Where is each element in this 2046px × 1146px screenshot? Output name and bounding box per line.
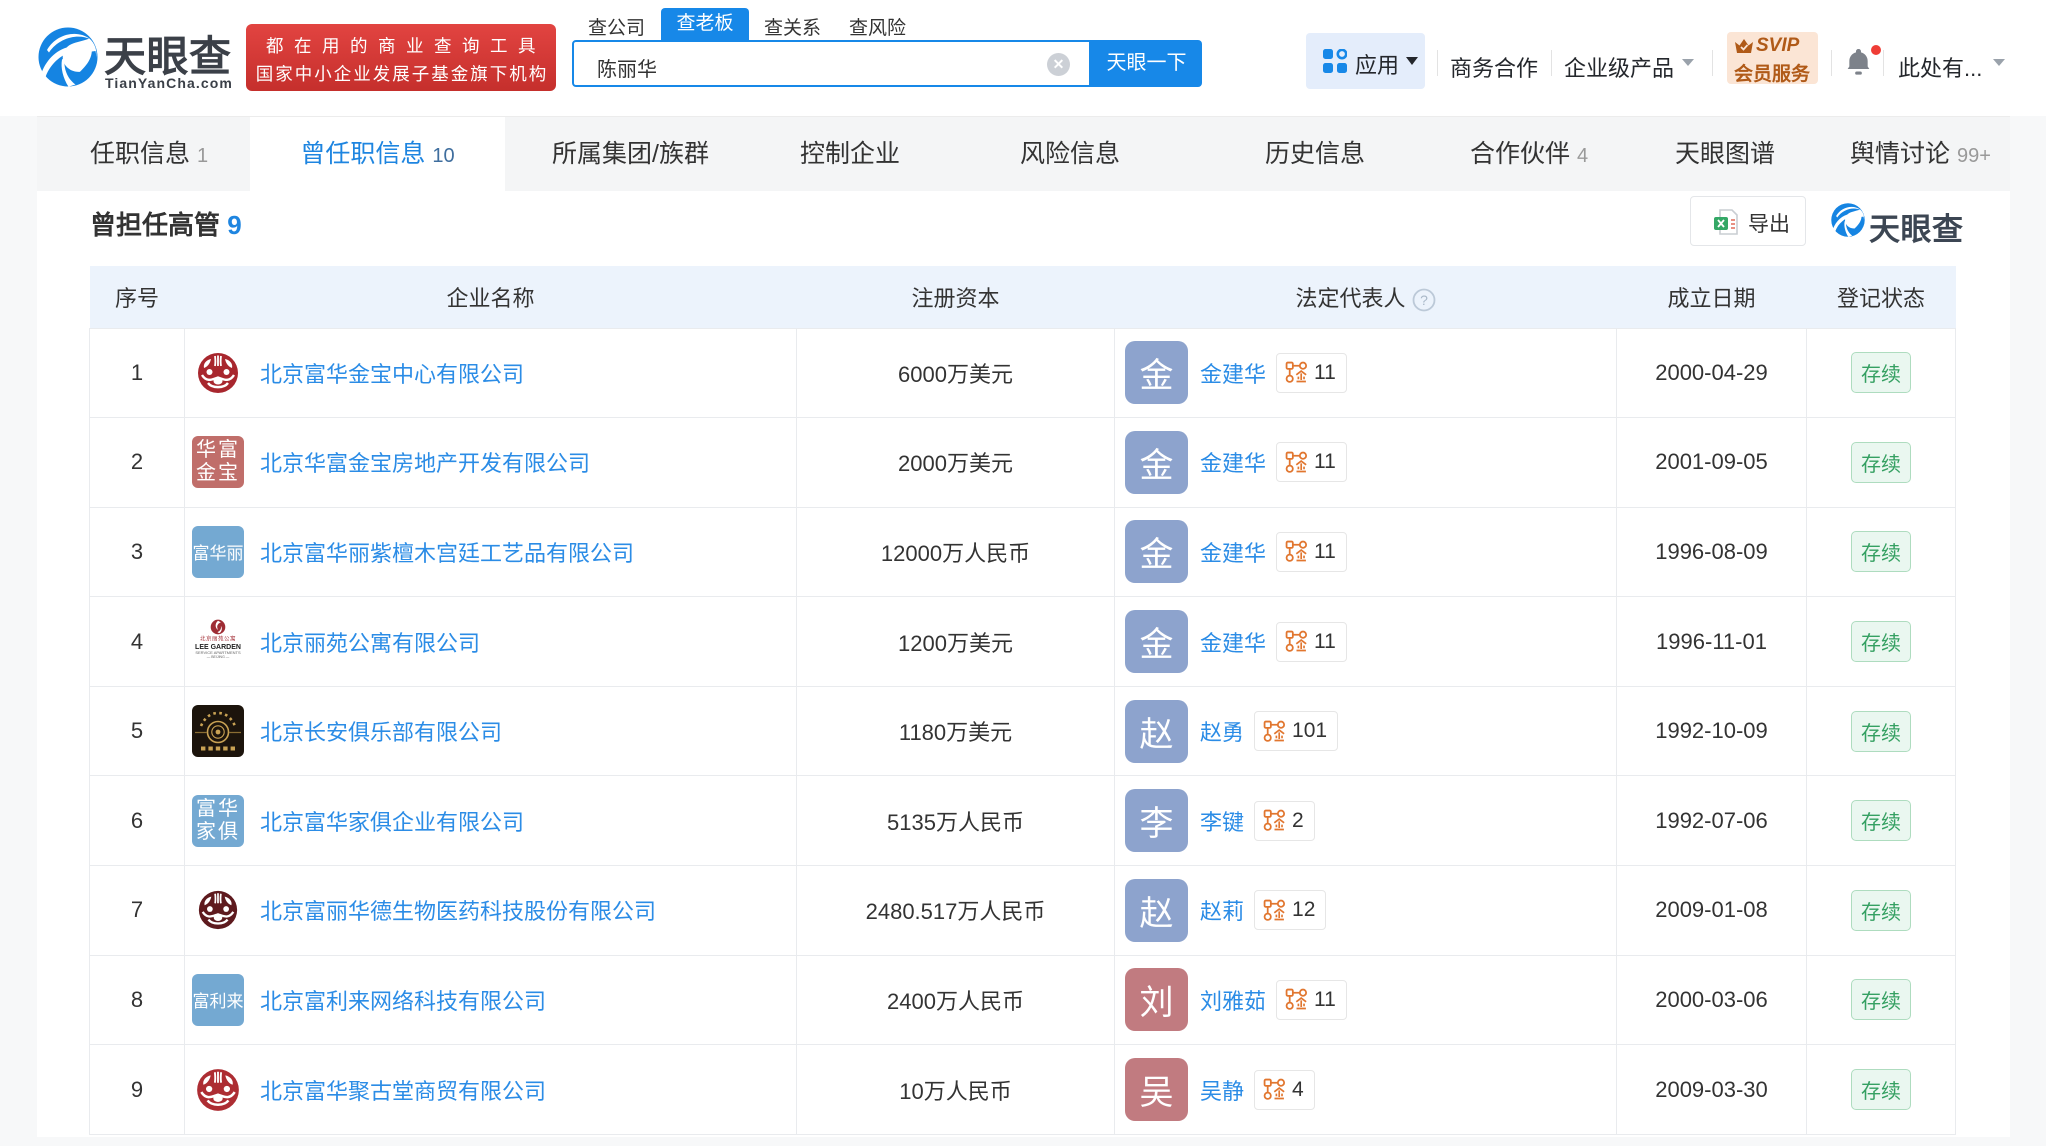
svg-text:?: ? [1420, 292, 1428, 308]
